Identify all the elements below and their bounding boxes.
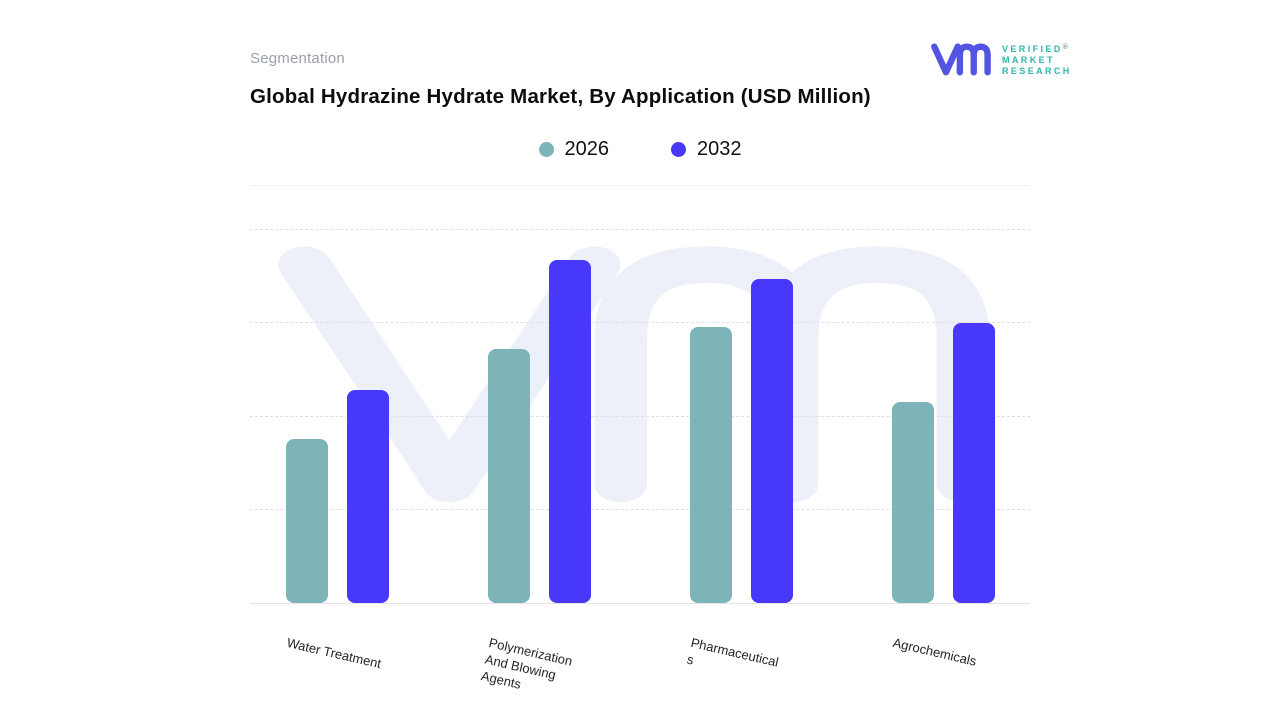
x-axis-label: Agrochemicals: [891, 634, 1016, 678]
brand-line-market: MARKET: [1002, 56, 1072, 65]
bar-2032-water-treatment[interactable]: [347, 390, 389, 603]
chart-legend: 2026 2032: [250, 134, 1030, 164]
x-axis-label: Water Treatment: [285, 634, 410, 678]
brand-logo: VERIFIED® MARKET RESEARCH: [930, 40, 1072, 80]
bar-2026-agrochemicals[interactable]: [892, 402, 934, 603]
x-axis-label: Pharmaceutical s: [685, 634, 813, 695]
bar-2032-agrochemicals[interactable]: [953, 323, 995, 603]
gridline: [250, 322, 1030, 323]
section-eyebrow: Segmentation: [250, 50, 345, 67]
gridline: [250, 229, 1030, 230]
legend-item-2026[interactable]: 2026: [539, 138, 610, 161]
bar-2026-polymerization-and-blowing-agents[interactable]: [488, 349, 530, 603]
bar-2032-polymerization-and-blowing-agents[interactable]: [549, 260, 591, 603]
chart-title: Global Hydrazine Hydrate Market, By Appl…: [250, 82, 880, 111]
x-axis-label: Polymerization And Blowing Agents: [480, 634, 612, 712]
brand-line-research: RESEARCH: [1002, 67, 1072, 76]
bar-2026-water-treatment[interactable]: [286, 439, 328, 603]
vm-logo-icon: [930, 40, 994, 80]
brand-line-verified: VERIFIED®: [1002, 45, 1072, 54]
brand-word: VERIFIED: [1002, 44, 1063, 54]
legend-label: 2032: [697, 138, 742, 161]
bar-2026-pharmaceuticals[interactable]: [690, 327, 732, 603]
bar-2032-pharmaceuticals[interactable]: [751, 279, 793, 604]
legend-label: 2026: [565, 138, 610, 161]
legend-item-2032[interactable]: 2032: [671, 138, 742, 161]
brand-logo-text: VERIFIED® MARKET RESEARCH: [1002, 45, 1072, 76]
registered-mark: ®: [1063, 44, 1068, 51]
chart-card: Segmentation Global Hydrazine Hydrate Ma…: [0, 0, 1280, 720]
header-divider: [250, 185, 1030, 186]
legend-dot-icon: [671, 142, 686, 157]
legend-dot-icon: [539, 142, 554, 157]
plot-area: Water TreatmentPolymerization And Blowin…: [250, 225, 1030, 604]
